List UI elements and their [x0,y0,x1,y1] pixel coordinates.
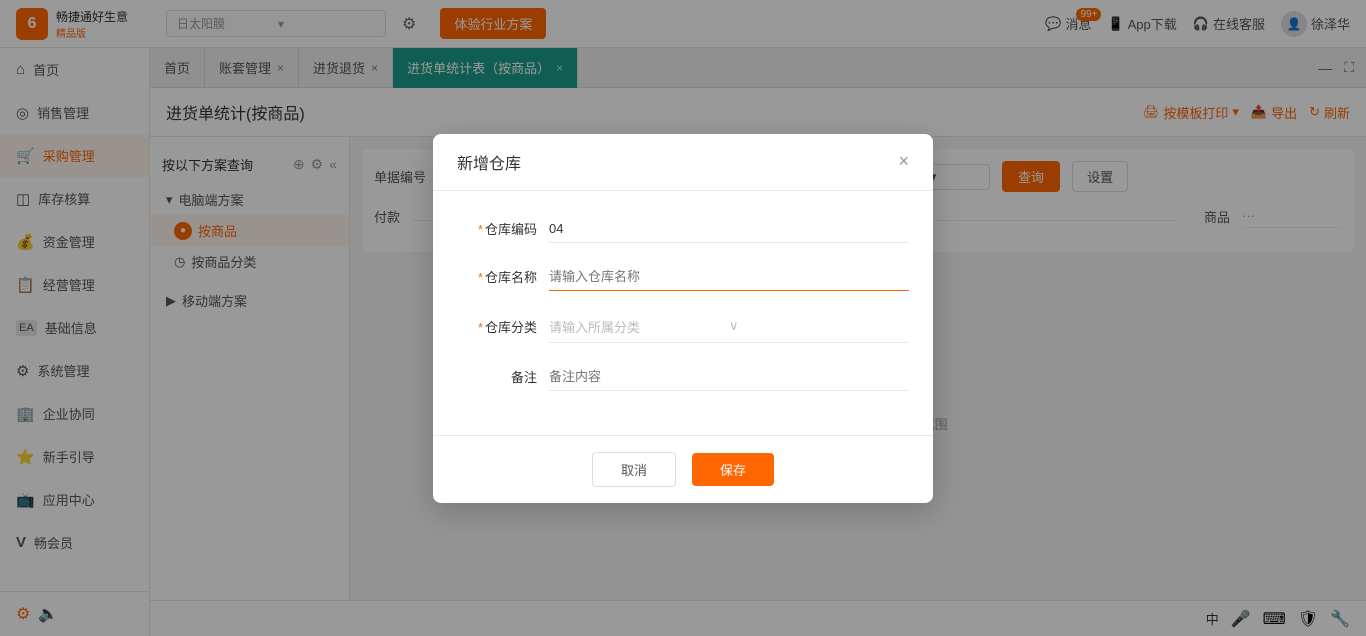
form-select-arrow-icon: ∨ [729,318,909,334]
form-label-note: 备注 [457,367,537,386]
form-input-note[interactable] [549,363,909,391]
modal-close-icon[interactable]: × [898,151,909,172]
save-button[interactable]: 保存 [692,453,774,486]
form-input-code[interactable] [549,215,909,243]
cancel-button[interactable]: 取消 [592,452,676,487]
form-row-name: 仓库名称 [457,263,909,291]
modal-header: 新增仓库 × [433,134,933,191]
form-row-code: 仓库编码 [457,215,909,243]
form-select-category-placeholder: 请输入所属分类 [549,317,729,336]
form-input-name[interactable] [549,263,909,291]
form-row-category: 仓库分类 请输入所属分类 ∨ [457,311,909,343]
form-label-code: 仓库编码 [457,219,537,238]
modal-footer: 取消 保存 [433,435,933,503]
modal-title: 新增仓库 [457,150,521,174]
form-label-category: 仓库分类 [457,317,537,336]
modal-new-warehouse: 新增仓库 × 仓库编码 仓库名称 仓库分类 请输入所属分类 ∨ [433,134,933,503]
form-select-category[interactable]: 请输入所属分类 ∨ [549,311,909,343]
modal-overlay[interactable]: 新增仓库 × 仓库编码 仓库名称 仓库分类 请输入所属分类 ∨ [0,0,1366,636]
modal-body: 仓库编码 仓库名称 仓库分类 请输入所属分类 ∨ 备注 [433,191,933,435]
form-label-name: 仓库名称 [457,267,537,286]
form-row-note: 备注 [457,363,909,391]
